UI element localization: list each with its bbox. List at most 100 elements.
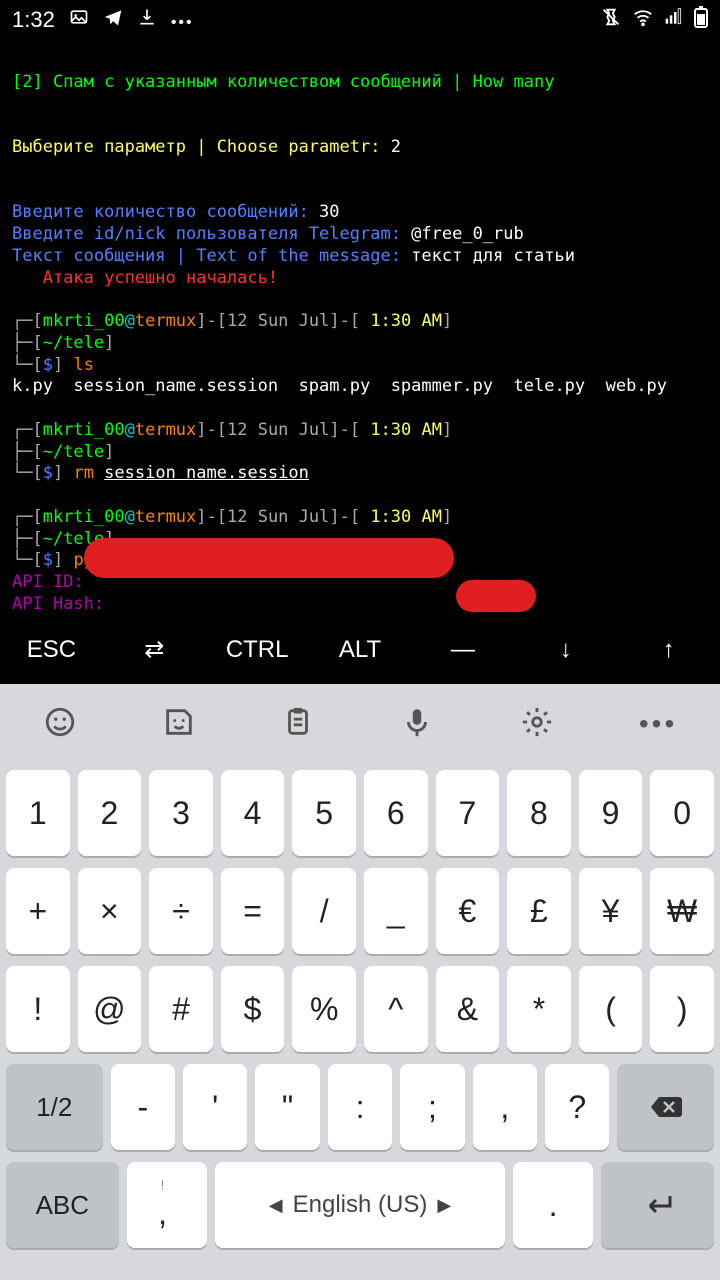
vibrate-icon (600, 6, 622, 34)
soft-keyboard: ••• 1 2 3 4 5 6 7 8 9 0 + × ÷ = / _ € £ … (0, 684, 720, 1280)
key-secondary-comma[interactable]: ! , (127, 1162, 207, 1248)
menu-option-line: [2] Спам с указанным количеством сообщен… (12, 72, 554, 92)
key-question[interactable]: ? (545, 1064, 609, 1150)
key-semicolon[interactable]: ; (400, 1064, 464, 1150)
clipboard-icon[interactable] (281, 705, 315, 744)
termux-extra-keys: ESC ⇄ CTRL ALT — ↓ ↑ (0, 614, 720, 684)
status-bar: 1:32 (0, 0, 720, 40)
key-down-arrow-icon[interactable]: ↓ (514, 636, 617, 664)
chevron-right-icon: ▶ (437, 1195, 451, 1216)
key-enter-icon[interactable] (601, 1162, 714, 1248)
key-exclaim[interactable]: ! (6, 966, 70, 1052)
chevron-left-icon: ◀ (269, 1195, 283, 1216)
prompt-host: termux (135, 311, 196, 331)
terminal-output[interactable]: [2] Спам с указанным количеством сообщен… (0, 40, 720, 614)
battery-icon (694, 6, 708, 34)
redaction-mark (456, 580, 536, 612)
telegram-icon (103, 7, 123, 33)
choose-label: Выберите параметр | Choose parametr: (12, 137, 391, 157)
prompt-date: 12 Sun Jul (227, 311, 329, 331)
key-6[interactable]: 6 (364, 770, 428, 856)
key-yen[interactable]: ¥ (579, 868, 643, 954)
more-icon[interactable]: ••• (639, 708, 677, 740)
key-7[interactable]: 7 (436, 770, 500, 856)
key-ampersand[interactable]: & (436, 966, 500, 1052)
key-minus[interactable]: - (111, 1064, 175, 1150)
idnick-value: @free_0_rub (411, 224, 524, 244)
key-spacebar[interactable]: ◀ English (US) ▶ (215, 1162, 505, 1248)
key-apostrophe[interactable]: ' (183, 1064, 247, 1150)
cmd-ls: ls (73, 355, 93, 375)
key-quote[interactable]: " (255, 1064, 319, 1150)
key-paren-close[interactable]: ) (650, 966, 714, 1052)
key-alt[interactable]: ALT (309, 636, 412, 664)
key-equals[interactable]: = (221, 868, 285, 954)
api-id-label: API ID: (12, 572, 94, 592)
key-2[interactable]: 2 (78, 770, 142, 856)
key-3[interactable]: 3 (149, 770, 213, 856)
key-backspace-icon[interactable] (617, 1064, 714, 1150)
key-shift-page[interactable]: 1/2 (6, 1064, 103, 1150)
keyboard-toolbar: ••• (0, 684, 720, 764)
key-period[interactable]: . (513, 1162, 593, 1248)
msg-label: Текст сообщения | Text of the message: (12, 246, 411, 266)
attack-started: Атака успешно началась! (12, 268, 278, 288)
space-language-label: English (US) (293, 1191, 428, 1219)
key-esc[interactable]: ESC (0, 636, 103, 664)
emoji-icon[interactable] (43, 705, 77, 744)
key-0[interactable]: 0 (650, 770, 714, 856)
key-paren-open[interactable]: ( (579, 966, 643, 1052)
keyboard-row-5: ABC ! , ◀ English (US) ▶ . (6, 1162, 714, 1248)
key-percent[interactable]: % (292, 966, 356, 1052)
keyboard-row-1: 1 2 3 4 5 6 7 8 9 0 (6, 770, 714, 856)
key-1[interactable]: 1 (6, 770, 70, 856)
key-9[interactable]: 9 (579, 770, 643, 856)
settings-icon[interactable] (520, 705, 554, 744)
key-comma[interactable]: , (473, 1064, 537, 1150)
prompt-at: @ (125, 311, 135, 331)
key-abc[interactable]: ABC (6, 1162, 119, 1248)
key-slash[interactable]: / (292, 868, 356, 954)
key-asterisk[interactable]: * (507, 966, 571, 1052)
key-won[interactable]: ₩ (650, 868, 714, 954)
prompt-user: mkrti_00 (43, 311, 125, 331)
key-euro[interactable]: € (436, 868, 500, 954)
prompt-time: 1:30 AM (370, 311, 442, 331)
key-hash[interactable]: # (149, 966, 213, 1052)
rm-target: session name.session (104, 463, 309, 483)
signal-icon (664, 7, 684, 33)
choose-value: 2 (391, 137, 401, 157)
cmd-rm: rm (73, 463, 104, 483)
prompt-dollar: $ (43, 355, 53, 375)
prompt-cwd: ~/tele (43, 333, 104, 353)
key-divide[interactable]: ÷ (149, 868, 213, 954)
mic-icon[interactable] (400, 705, 434, 744)
key-dollar[interactable]: $ (221, 966, 285, 1052)
api-hash-label: API Hash: (12, 594, 114, 614)
key-up-arrow-icon[interactable]: ↑ (617, 636, 720, 664)
count-value: 30 (319, 202, 339, 222)
key-colon[interactable]: : (328, 1064, 392, 1150)
key-caret[interactable]: ^ (364, 966, 428, 1052)
sticker-icon[interactable] (162, 705, 196, 744)
key-plus[interactable]: + (6, 868, 70, 954)
key-tab-icon[interactable]: ⇄ (103, 635, 206, 664)
count-label: Введите количество сообщений: (12, 202, 319, 222)
idnick-label: Введите id/nick пользователя Telegram: (12, 224, 411, 244)
key-multiply[interactable]: × (78, 868, 142, 954)
key-dash[interactable]: — (411, 636, 514, 664)
keyboard-row-4: 1/2 - ' " : ; , ? (6, 1064, 714, 1150)
key-4[interactable]: 4 (221, 770, 285, 856)
more-icon (171, 7, 194, 33)
key-underscore[interactable]: _ (364, 868, 428, 954)
clock: 1:32 (12, 7, 55, 33)
wifi-icon (632, 6, 654, 34)
keyboard-row-2: + × ÷ = / _ € £ ¥ ₩ (6, 868, 714, 954)
download-icon (137, 7, 157, 33)
key-at[interactable]: @ (78, 966, 142, 1052)
key-pound[interactable]: £ (507, 868, 571, 954)
key-8[interactable]: 8 (507, 770, 571, 856)
key-ctrl[interactable]: CTRL (206, 636, 309, 664)
redaction-mark (84, 538, 454, 578)
key-5[interactable]: 5 (292, 770, 356, 856)
